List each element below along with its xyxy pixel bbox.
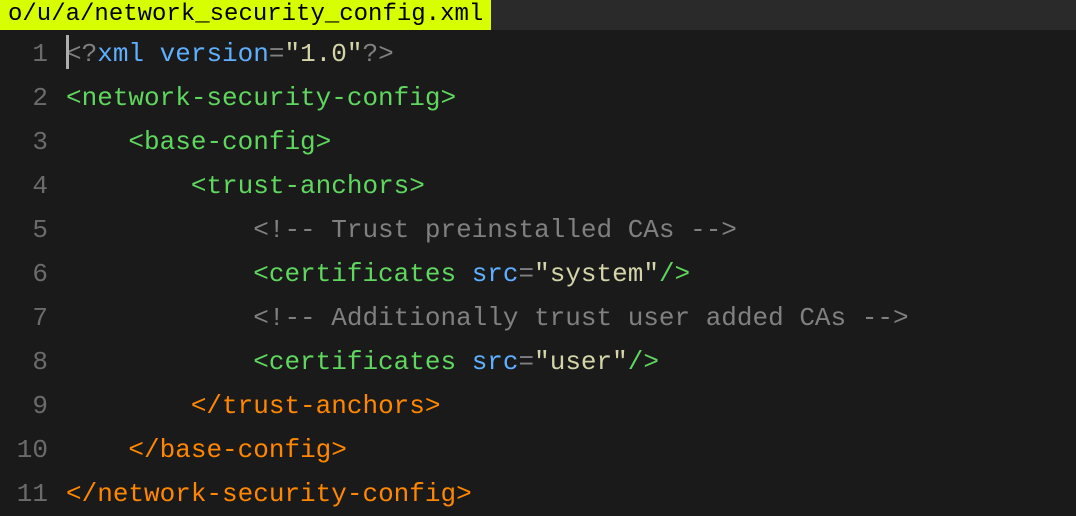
token-bracket: </ — [191, 391, 222, 421]
token-bracket: > — [456, 479, 472, 509]
line-number: 9 — [0, 384, 48, 428]
token-space — [456, 259, 472, 289]
token-tag: certificates — [269, 347, 456, 377]
token-attr: src — [472, 347, 519, 377]
line-number: 11 — [0, 472, 48, 516]
code-line: <trust-anchors> — [66, 164, 909, 208]
tab-bar: o/u/a/network_security_config.xml — [0, 0, 1076, 30]
token-space — [456, 347, 472, 377]
token-tag: base-config — [160, 435, 332, 465]
token-tag: trust-anchors — [206, 171, 409, 201]
token-bracket: > — [440, 83, 456, 113]
token-bracket: </ — [128, 435, 159, 465]
token-bracket: > — [331, 435, 347, 465]
token-indent — [66, 391, 191, 421]
token-punct: <? — [66, 39, 97, 69]
code-line: <!-- Additionally trust user added CAs -… — [66, 296, 909, 340]
token-bracket: </ — [66, 479, 97, 509]
token-string: "1.0" — [284, 39, 362, 69]
code-line: <certificates src="user"/> — [66, 340, 909, 384]
token-bracket: < — [191, 171, 207, 201]
code-content[interactable]: <?xml version="1.0"?> <network-security-… — [60, 30, 909, 516]
code-line: <?xml version="1.0"?> — [66, 32, 909, 76]
token-indent — [66, 435, 128, 465]
line-number: 4 — [0, 164, 48, 208]
token-space — [144, 39, 160, 69]
token-comment: <!-- Trust preinstalled CAs --> — [253, 215, 737, 245]
code-line: </base-config> — [66, 428, 909, 472]
line-number: 5 — [0, 208, 48, 252]
token-punct: ?> — [362, 39, 393, 69]
token-bracket: /> — [659, 259, 690, 289]
line-number: 8 — [0, 340, 48, 384]
line-number: 2 — [0, 76, 48, 120]
code-line: <network-security-config> — [66, 76, 909, 120]
token-indent — [66, 127, 128, 157]
token-indent — [66, 215, 253, 245]
token-bracket: > — [316, 127, 332, 157]
token-tag: certificates — [269, 259, 456, 289]
token-punct: = — [519, 347, 535, 377]
token-bracket: < — [66, 83, 82, 113]
line-number: 6 — [0, 252, 48, 296]
line-number-gutter: 1 2 3 4 5 6 7 8 9 10 11 — [0, 30, 60, 516]
token-tag: base-config — [144, 127, 316, 157]
token-indent — [66, 259, 253, 289]
line-number: 7 — [0, 296, 48, 340]
token-bracket: > — [425, 391, 441, 421]
token-indent — [66, 303, 253, 333]
token-bracket: < — [128, 127, 144, 157]
editor-area[interactable]: 1 2 3 4 5 6 7 8 9 10 11 <?xml version="1… — [0, 30, 1076, 516]
token-attr: src — [472, 259, 519, 289]
code-line: </trust-anchors> — [66, 384, 909, 428]
token-string: "system" — [534, 259, 659, 289]
token-bracket: < — [253, 347, 269, 377]
token-comment: <!-- Additionally trust user added CAs -… — [253, 303, 908, 333]
line-number: 1 — [0, 32, 48, 76]
line-number: 3 — [0, 120, 48, 164]
code-line: <!-- Trust preinstalled CAs --> — [66, 208, 909, 252]
token-tag: trust-anchors — [222, 391, 425, 421]
token-bracket: /> — [628, 347, 659, 377]
text-cursor — [66, 35, 69, 69]
token-indent — [66, 347, 253, 377]
line-number: 10 — [0, 428, 48, 472]
token-indent — [66, 171, 191, 201]
code-line: <certificates src="system"/> — [66, 252, 909, 296]
token-bracket: > — [409, 171, 425, 201]
token-tag: network-security-config — [82, 83, 441, 113]
token-string: "user" — [534, 347, 628, 377]
token-bracket: < — [253, 259, 269, 289]
token-attr: version — [160, 39, 269, 69]
code-line: </network-security-config> — [66, 472, 909, 516]
token-tag: network-security-config — [97, 479, 456, 509]
code-line: <base-config> — [66, 120, 909, 164]
token-punct: = — [269, 39, 285, 69]
file-tab[interactable]: o/u/a/network_security_config.xml — [0, 0, 491, 30]
token-pi: xml — [97, 39, 144, 69]
token-punct: = — [519, 259, 535, 289]
